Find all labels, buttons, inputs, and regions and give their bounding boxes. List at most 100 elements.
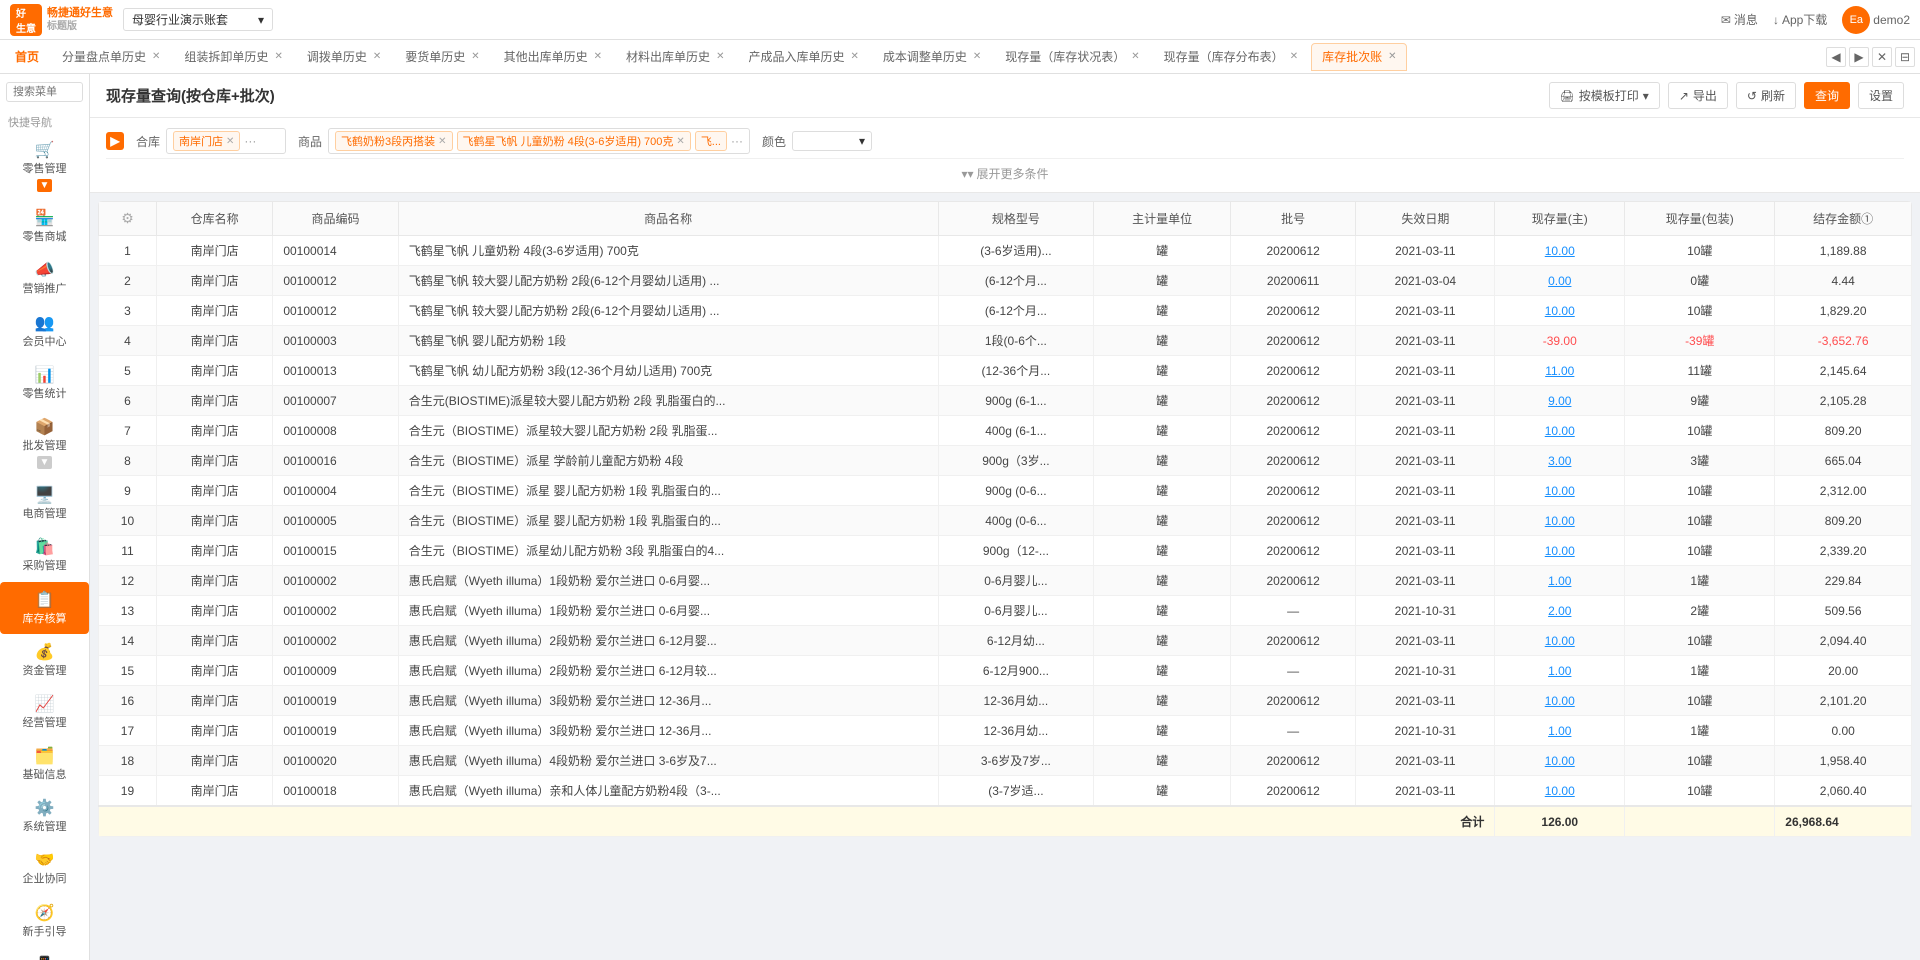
settings-icon[interactable]: ⚙ — [121, 210, 134, 226]
cell-amount: 665.04 — [1775, 446, 1912, 476]
advance-filter-btn[interactable]: ▶ — [106, 132, 124, 150]
sidebar-item-guide[interactable]: 🧭 新手引导 — [0, 895, 89, 947]
print-icon: 🖨 — [1560, 89, 1575, 103]
tab-batch[interactable]: 库存批次账 ✕ — [1311, 43, 1407, 71]
cell-qty-main[interactable]: 10.00 — [1495, 686, 1625, 716]
sidebar-item-basic[interactable]: 🗂️ 基础信息 — [0, 738, 89, 790]
table-row: 14 南岸门店 00100002 惠氏启赋（Wyeth illuma）2段奶粉 … — [99, 626, 1912, 656]
cell-qty-main[interactable]: 1.00 — [1495, 566, 1625, 596]
tab-close-other-out[interactable]: ✕ — [594, 51, 602, 62]
sidebar-item-enterprise[interactable]: 🤝 企业协同 — [0, 842, 89, 894]
product-tag-2-close[interactable]: ✕ — [676, 136, 684, 147]
tab-stock-dist[interactable]: 现存量（库存分布表） ✕ — [1153, 43, 1309, 71]
user-avatar-area[interactable]: Ea demo2 — [1842, 6, 1910, 34]
product-filter: 商品 飞鹤奶粉3段丙搭装 ✕ 飞鹤星飞帆 儿童奶粉 4段(3-6岁适用) 700… — [298, 128, 750, 154]
sidebar-item-finance[interactable]: 💰 资金管理 — [0, 634, 89, 686]
cell-qty-main[interactable]: 1.00 — [1495, 656, 1625, 686]
cell-qty-main[interactable]: 2.00 — [1495, 596, 1625, 626]
sidebar-item-retail-shop[interactable]: 🏪 零售商城 — [0, 200, 89, 252]
cell-qty-main[interactable]: 10.00 — [1495, 746, 1625, 776]
cell-qty-main[interactable]: 11.00 — [1495, 356, 1625, 386]
tab-dismantle[interactable]: 组装拆卸单历史 ✕ — [173, 43, 293, 71]
industry-select[interactable]: 母婴行业演示账套 ▾ — [123, 8, 273, 31]
sidebar-item-stat[interactable]: 📊 零售统计 — [0, 357, 89, 409]
search-input[interactable] — [6, 82, 83, 102]
row-number: 10 — [99, 506, 157, 536]
sidebar-item-purchase[interactable]: 🛍️ 采购管理 — [0, 529, 89, 581]
cell-qty-main[interactable]: 10.00 — [1495, 416, 1625, 446]
tab-prev-btn[interactable]: ◀ — [1826, 47, 1846, 67]
tab-distribute[interactable]: 分量盘点单历史 ✕ — [51, 43, 171, 71]
cell-qty-main[interactable]: 10.00 — [1495, 476, 1625, 506]
cell-qty-main[interactable]: 10.00 — [1495, 296, 1625, 326]
product-more[interactable]: ··· — [731, 134, 743, 148]
product-tag-1-close[interactable]: ✕ — [438, 136, 446, 147]
cell-qty-main[interactable]: 10.00 — [1495, 776, 1625, 807]
cell-spec: 900g（3岁... — [938, 446, 1094, 476]
tab-stock-status[interactable]: 现存量（库存状况表） ✕ — [994, 43, 1150, 71]
product-tag-area[interactable]: 飞鹤奶粉3段丙搭装 ✕ 飞鹤星飞帆 儿童奶粉 4段(3-6岁适用) 700克 ✕… — [328, 128, 750, 154]
sidebar-item-operations[interactable]: 📈 经营管理 — [0, 686, 89, 738]
cell-qty-main[interactable]: 3.00 — [1495, 446, 1625, 476]
cell-qty-main[interactable]: 10.00 — [1495, 506, 1625, 536]
cell-qty-main[interactable]: -39.00 — [1495, 326, 1625, 356]
tab-close-all-btn[interactable]: ✕ — [1872, 47, 1892, 67]
sidebar-item-marketing[interactable]: 📣 营销推广 — [0, 252, 89, 304]
cell-qty-main[interactable]: 0.00 — [1495, 266, 1625, 296]
sidebar-item-apps[interactable]: 📱 应用中心 — [0, 947, 89, 960]
tab-other-out[interactable]: 其他出库单历史 ✕ — [493, 43, 613, 71]
cell-expire: 2021-03-11 — [1356, 566, 1495, 596]
tab-home[interactable]: 首页 — [5, 43, 49, 71]
tab-allocate[interactable]: 调拨单历史 ✕ — [296, 43, 392, 71]
app-download-btn[interactable]: ↓ App下载 — [1773, 11, 1827, 28]
tab-close-allocate[interactable]: ✕ — [373, 51, 381, 62]
sidebar-item-member[interactable]: 👥 会员中心 — [0, 305, 89, 357]
warehouse-tag-close[interactable]: ✕ — [226, 136, 234, 147]
sidebar-item-wholesale[interactable]: 📦 批发管理 ▼ — [0, 409, 89, 477]
cell-qty-main[interactable]: 9.00 — [1495, 386, 1625, 416]
tab-requisition[interactable]: 要货单历史 ✕ — [394, 43, 490, 71]
sidebar-item-system[interactable]: ⚙️ 系统管理 — [0, 790, 89, 842]
tab-close-distribute[interactable]: ✕ — [152, 51, 160, 62]
tab-close-requisition[interactable]: ✕ — [471, 51, 479, 62]
filter-area: ▶ 合库 南岸门店 ✕ ··· 商品 飞鹤奶粉3段 — [90, 118, 1920, 193]
warehouse-more[interactable]: ··· — [244, 134, 256, 148]
avatar: Ea — [1842, 6, 1870, 34]
tab-close-stock-status[interactable]: ✕ — [1131, 51, 1139, 62]
col-settings[interactable]: ⚙ — [99, 202, 157, 236]
cell-qty-main[interactable]: 10.00 — [1495, 236, 1625, 266]
table-row: 11 南岸门店 00100015 合生元（BIOSTIME）派星幼儿配方奶粉 3… — [99, 536, 1912, 566]
table-row: 12 南岸门店 00100002 惠氏启赋（Wyeth illuma）1段奶粉 … — [99, 566, 1912, 596]
tab-close-cost-adjust[interactable]: ✕ — [973, 51, 981, 62]
tab-close-product-in[interactable]: ✕ — [850, 51, 858, 62]
tab-close-dismantle[interactable]: ✕ — [274, 51, 282, 62]
tab-cost-adjust[interactable]: 成本调整单历史 ✕ — [872, 43, 992, 71]
tab-next-btn[interactable]: ▶ — [1849, 47, 1869, 67]
sidebar-item-inventory[interactable]: 📋 库存核算 — [0, 582, 89, 634]
warehouse-tag-area[interactable]: 南岸门店 ✕ ··· — [166, 128, 286, 154]
refresh-btn[interactable]: ↺ 刷新 — [1736, 82, 1796, 109]
sidebar-item-retail[interactable]: 🛒 零售管理 ▼ — [0, 132, 89, 200]
logo-text: 畅捷通好生意 — [47, 6, 113, 20]
tab-product-in[interactable]: 产成品入库单历史 ✕ — [737, 43, 869, 71]
settings-btn[interactable]: 设置 — [1858, 82, 1904, 109]
cell-qty-pkg: 10罐 — [1625, 776, 1775, 807]
export-icon: ↗ — [1679, 89, 1689, 103]
template-print-btn[interactable]: 🖨 按模板打印 ▾ — [1549, 82, 1660, 109]
sidebar-item-ecommerce[interactable]: 🖥️ 电商管理 — [0, 477, 89, 529]
tab-expand-btn[interactable]: ⊟ — [1895, 47, 1915, 67]
color-filter-input[interactable]: ▾ — [792, 131, 872, 151]
cell-qty-main[interactable]: 10.00 — [1495, 626, 1625, 656]
tab-material-out[interactable]: 材料出库单历史 ✕ — [615, 43, 735, 71]
tab-close-batch[interactable]: ✕ — [1388, 51, 1396, 62]
tab-close-material-out[interactable]: ✕ — [716, 51, 724, 62]
export-btn[interactable]: ↗ 导出 — [1668, 82, 1728, 109]
query-btn[interactable]: 查询 — [1804, 82, 1850, 109]
tab-close-stock-dist[interactable]: ✕ — [1290, 51, 1298, 62]
cell-qty-main[interactable]: 1.00 — [1495, 716, 1625, 746]
expand-conditions-btn[interactable]: ▾▾ 展开更多条件 — [106, 158, 1904, 182]
cell-unit: 罐 — [1094, 536, 1231, 566]
message-btn[interactable]: ✉ 消息 — [1721, 11, 1758, 28]
cell-qty-main[interactable]: 10.00 — [1495, 536, 1625, 566]
col-code: 商品编码 — [273, 202, 398, 236]
